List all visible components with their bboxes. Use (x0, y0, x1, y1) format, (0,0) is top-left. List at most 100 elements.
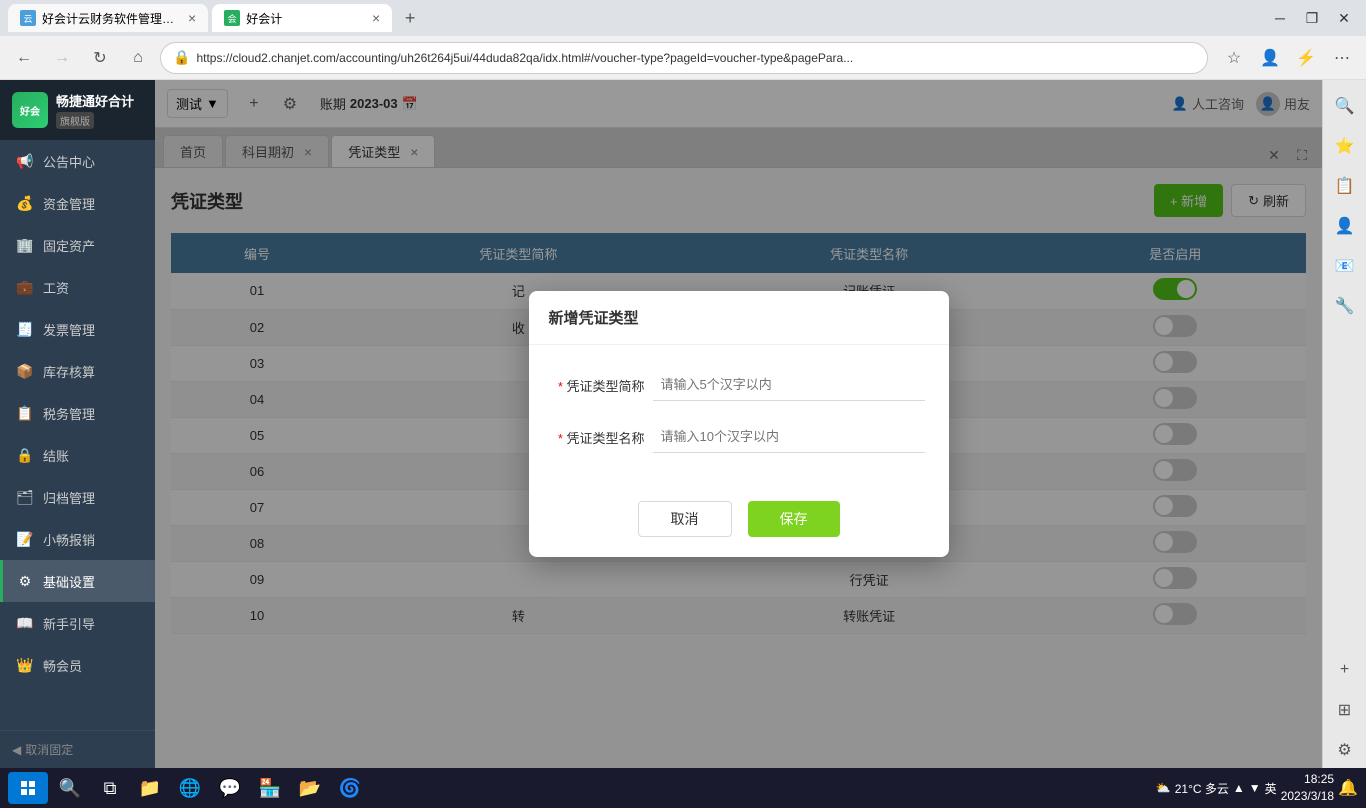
sidebar-label-announcement: 公告中心 (43, 152, 95, 171)
cancel-button[interactable]: 取消 (638, 501, 732, 537)
browser-tab-title-1: 好会计云财务软件管理系统_会计 (42, 10, 182, 27)
sidebar-label-closing: 结账 (43, 446, 69, 465)
taskbar-clock: 18:25 2023/3/18 (1281, 771, 1334, 805)
maximize-button[interactable]: ❐ (1298, 4, 1326, 32)
start-button[interactable] (8, 772, 48, 804)
bookmark-icon[interactable]: ☆ (1218, 42, 1250, 74)
logo-text-container: 畅捷通好合计 旗舰版 (56, 91, 134, 129)
modal-header: 新增凭证类型 (529, 291, 949, 345)
fullname-row: * 凭证类型名称 (553, 421, 925, 453)
lang-label: 英 (1265, 782, 1277, 796)
sidebar-item-announcement[interactable]: 📢 公告中心 (0, 140, 155, 182)
sidebar-item-inventory[interactable]: 📦 库存核算 (0, 350, 155, 392)
right-sidebar-person[interactable]: 👤 (1327, 208, 1363, 244)
sidebar-label-member: 畅会员 (43, 656, 82, 675)
new-tab-button[interactable]: + (396, 4, 424, 32)
shortname-row: * 凭证类型简称 (553, 369, 925, 401)
fullname-label: * 凭证类型名称 (553, 428, 653, 447)
address-text: https://cloud2.chanjet.com/accounting/uh… (196, 51, 853, 65)
sidebar-label-salary: 工资 (43, 278, 69, 297)
taskbar-task-view[interactable]: ⧉ (92, 770, 128, 806)
taskbar-files[interactable]: 📂 (292, 770, 328, 806)
member-icon: 👑 (15, 655, 35, 675)
back-button[interactable]: ← (8, 42, 40, 74)
sidebar-menu: 📢 公告中心 💰 资金管理 🏢 固定资产 💼 工资 🧾 发票管理 📦 库 (0, 140, 155, 730)
close-button[interactable]: ✕ (1330, 4, 1358, 32)
taskbar-appstore[interactable]: 🏪 (252, 770, 288, 806)
taskbar-weather: ⛅ 21°C 多云 (1156, 780, 1229, 797)
date-display: 2023/3/18 (1281, 788, 1334, 805)
sidebar-footer-pin[interactable]: ◀ 取消固定 (0, 730, 155, 768)
add-voucher-type-modal: 新增凭证类型 * 凭证类型简称 * 凭证类型名称 取消 保存 (529, 291, 949, 557)
sidebar-logo: 好会 畅捷通好合计 旗舰版 (0, 80, 155, 140)
more-icon[interactable]: ⋯ (1326, 42, 1358, 74)
extensions-icon[interactable]: ⚡ (1290, 42, 1322, 74)
right-sidebar-outlook[interactable]: 📧 (1327, 248, 1363, 284)
browser-address-bar: ← → ↻ ⌂ 🔒 https://cloud2.chanjet.com/acc… (0, 36, 1366, 80)
pin-icon: ◀ (12, 743, 21, 757)
browser-tab-title-2: 好会计 (246, 10, 282, 27)
browser-tab-inactive[interactable]: 云 好会计云财务软件管理系统_会计 × (8, 4, 208, 32)
right-sidebar-list[interactable]: 📋 (1327, 168, 1363, 204)
sidebar-item-invoice[interactable]: 🧾 发票管理 (0, 308, 155, 350)
taskbar-edge[interactable]: 🌀 (332, 770, 368, 806)
weather-icon: ⛅ (1156, 781, 1171, 795)
fixed-assets-icon: 🏢 (15, 235, 35, 255)
sidebar-item-settings[interactable]: ⚙ 基础设置 (0, 560, 155, 602)
browser-toolbar-icons: ☆ 👤 ⚡ ⋯ (1218, 42, 1358, 74)
sidebar-label-tax: 税务管理 (43, 404, 95, 423)
logo-icon: 好会 (12, 92, 48, 128)
right-sidebar-grid[interactable]: ⊞ (1327, 692, 1363, 728)
save-button[interactable]: 保存 (748, 501, 840, 537)
sidebar-item-fixed-assets[interactable]: 🏢 固定资产 (0, 224, 155, 266)
sidebar-item-tax[interactable]: 📋 税务管理 (0, 392, 155, 434)
sidebar-item-closing[interactable]: 🔒 结账 (0, 434, 155, 476)
capital-icon: 💰 (15, 193, 35, 213)
minimize-button[interactable]: ─ (1266, 4, 1294, 32)
taskbar-wechat[interactable]: 💬 (212, 770, 248, 806)
right-sidebar-search[interactable]: 🔍 (1327, 88, 1363, 124)
sidebar-label-fixed-assets: 固定资产 (43, 236, 95, 255)
sidebar-item-salary[interactable]: 💼 工资 (0, 266, 155, 308)
fullname-input[interactable] (653, 421, 925, 453)
sidebar-label-archive: 归档管理 (43, 488, 95, 507)
home-button[interactable]: ⌂ (122, 42, 154, 74)
sidebar-item-member[interactable]: 👑 畅会员 (0, 644, 155, 686)
sidebar-item-capital[interactable]: 💰 资金管理 (0, 182, 155, 224)
right-sidebar-add[interactable]: + (1327, 652, 1363, 688)
modal-body: * 凭证类型简称 * 凭证类型名称 (529, 345, 949, 489)
tab-favicon-1: 云 (20, 10, 36, 26)
shortname-input[interactable] (653, 369, 925, 401)
expense-icon: 📝 (15, 529, 35, 549)
right-sidebar-settings-2[interactable]: ⚙ (1327, 732, 1363, 768)
taskbar-lang: 英 (1265, 780, 1277, 797)
fullname-label-text: 凭证类型名称 (566, 431, 644, 446)
right-sidebar-tools[interactable]: 🔧 (1327, 288, 1363, 324)
browser-tab-active[interactable]: 会 好会计 × (212, 4, 392, 32)
sidebar-item-guide[interactable]: 📖 新手引导 (0, 602, 155, 644)
taskbar-search[interactable]: 🔍 (52, 770, 88, 806)
window-controls: ─ ❐ ✕ (1266, 4, 1358, 32)
logo-badge: 旗舰版 (56, 112, 94, 129)
sidebar-item-archive[interactable]: 🗂 归档管理 (0, 476, 155, 518)
taskbar-chrome[interactable]: 🌐 (172, 770, 208, 806)
address-input[interactable]: 🔒 https://cloud2.chanjet.com/accounting/… (160, 42, 1208, 74)
guide-icon: 📖 (15, 613, 35, 633)
forward-button[interactable]: → (46, 42, 78, 74)
sidebar-item-expense[interactable]: 📝 小畅报销 (0, 518, 155, 560)
reload-button[interactable]: ↻ (84, 42, 116, 74)
closing-icon: 🔒 (15, 445, 35, 465)
sidebar-label-settings: 基础设置 (43, 572, 95, 591)
profile-icon[interactable]: 👤 (1254, 42, 1286, 74)
invoice-icon: 🧾 (15, 319, 35, 339)
sidebar-label-guide: 新手引导 (43, 614, 95, 633)
sidebar-label-invoice: 发票管理 (43, 320, 95, 339)
sidebar-label-capital: 资金管理 (43, 194, 95, 213)
right-sidebar-star[interactable]: ⭐ (1327, 128, 1363, 164)
taskbar-explorer[interactable]: 📁 (132, 770, 168, 806)
browser-tab-close-2[interactable]: × (372, 10, 380, 26)
logo-text: 畅捷通好合计 (56, 91, 134, 110)
browser-tab-close-1[interactable]: × (188, 10, 196, 26)
notification-icon[interactable]: 🔔 (1338, 778, 1358, 798)
taskbar: 🔍 ⧉ 📁 🌐 💬 🏪 📂 🌀 ⛅ 21°C 多云 ▲ ▼ 英 18:25 20 (0, 768, 1366, 808)
